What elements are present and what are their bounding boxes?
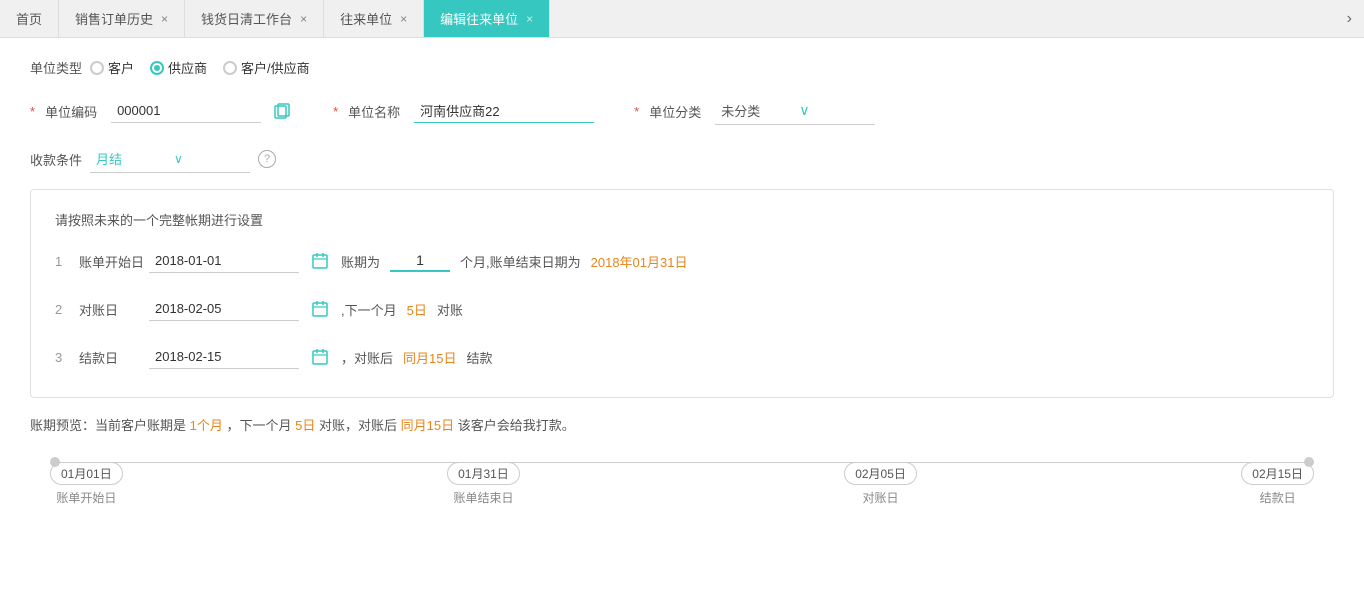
preview-middle2: 对账，对账后 <box>319 418 397 433</box>
tab-partner[interactable]: 往来单位 × <box>324 0 424 37</box>
code-copy-icon[interactable] <box>271 100 293 122</box>
tab-edit-partner[interactable]: 编辑往来单位 × <box>424 0 550 37</box>
billing-section: 请按照未来的一个完整帐期进行设置 1 账单开始日 账期为 个月,账单结束日期为 <box>30 189 1334 398</box>
row-value-2: ,下一个月 5日 对账 <box>149 297 467 321</box>
code-required-star: * <box>30 104 35 119</box>
category-select[interactable]: 未分类 ∨ <box>715 97 875 125</box>
payment-chevron-icon: ∨ <box>174 152 244 166</box>
category-value: 未分类 <box>721 101 791 120</box>
radio-customer-circle <box>90 61 104 75</box>
payment-date-input[interactable] <box>149 345 299 369</box>
code-label: 单位编码 <box>45 102 97 121</box>
tab-edit-partner-label: 编辑往来单位 <box>440 9 518 28</box>
timeline-right-dot <box>1304 457 1314 467</box>
payment-label: 收款条件 <box>30 150 82 169</box>
category-required-star: * <box>634 104 639 119</box>
preview-middle1: ，下一个月 <box>227 418 292 433</box>
payment-date-cal-icon[interactable] <box>309 346 331 368</box>
preview-highlight3: 同月15日 <box>401 418 454 433</box>
tab-edit-partner-close[interactable]: × <box>526 12 533 26</box>
radio-both-label: 客户/供应商 <box>241 58 310 77</box>
timeline-line <box>60 462 1304 463</box>
row-value-1: 账期为 个月,账单结束日期为 2018年01月31日 <box>149 249 687 273</box>
category-chevron-icon: ∨ <box>799 102 869 119</box>
preview-highlight1: 1个月 <box>190 418 223 433</box>
preview-suffix: 该客户会给我打款。 <box>458 418 575 433</box>
row-num-3: 3 <box>55 350 79 365</box>
row-value-3: ，对账后 同月15日 结款 <box>149 345 497 369</box>
tab-sales-history-close[interactable]: × <box>161 12 168 26</box>
payment-value: 月结 <box>96 149 166 168</box>
timeline-node-3: 02月15日 结款日 <box>1241 462 1314 506</box>
tabs-bar: 首页 销售订单历史 × 钱货日清工作台 × 往来单位 × 编辑往来单位 × › <box>0 0 1364 38</box>
timeline-node-1: 01月31日 账单结束日 <box>447 462 520 506</box>
timeline-label-0: 账单开始日 <box>56 489 116 506</box>
row-label-1: 账单开始日 <box>79 252 149 271</box>
recon-date-cal-icon[interactable] <box>309 298 331 320</box>
billing-row-1: 1 账单开始日 账期为 个月,账单结束日期为 2018年01月31日 <box>55 249 1309 273</box>
payment-row: 收款条件 月结 ∨ ? <box>30 145 1334 173</box>
timeline-node-2: 02月05日 对账日 <box>844 462 917 506</box>
name-label: 单位名称 <box>348 102 400 121</box>
timeline-wrapper: 01月01日 账单开始日 01月31日 账单结束日 02月05日 对账日 02月… <box>30 457 1334 506</box>
payment-suffix2: 结款 <box>466 348 492 367</box>
tab-sales-history[interactable]: 销售订单历史 × <box>59 0 185 37</box>
main-content: 单位类型 客户 供应商 客户/供应商 * 单位编码 <box>0 38 1364 608</box>
period-prefix: 账期为 <box>341 252 380 271</box>
code-input[interactable] <box>111 99 261 123</box>
unit-type-row: 单位类型 客户 供应商 客户/供应商 <box>30 58 1334 77</box>
radio-customer-label: 客户 <box>108 58 134 77</box>
row-label-2: 对账日 <box>79 300 149 319</box>
billing-row-3: 3 结款日 ，对账后 同月15日 结款 <box>55 345 1309 369</box>
radio-both[interactable]: 客户/供应商 <box>223 58 310 77</box>
timeline-nodes: 01月01日 账单开始日 01月31日 账单结束日 02月05日 对账日 02月… <box>50 462 1314 506</box>
start-date-cal-icon[interactable] <box>309 250 331 272</box>
tab-cash-daily[interactable]: 钱货日清工作台 × <box>185 0 324 37</box>
tab-sales-history-label: 销售订单历史 <box>75 9 153 28</box>
payment-select[interactable]: 月结 ∨ <box>90 145 250 173</box>
category-label: 单位分类 <box>649 102 701 121</box>
recon-suffix2: 对账 <box>437 300 463 319</box>
end-date-highlight: 2018年01月31日 <box>591 252 688 271</box>
timeline-left-dot <box>50 457 60 467</box>
tab-partner-close[interactable]: × <box>400 12 407 26</box>
section-title: 请按照未来的一个完整帐期进行设置 <box>55 210 1309 229</box>
row-label-3: 结款日 <box>79 348 149 367</box>
timeline-label-2: 对账日 <box>863 489 899 506</box>
tab-home-label: 首页 <box>16 9 42 28</box>
tab-partner-label: 往来单位 <box>340 9 392 28</box>
preview-section: 账期预览：当前客户账期是 1个月 ，下一个月 5日 对账，对账后 同月15日 该… <box>30 414 1334 437</box>
months-input[interactable] <box>390 250 450 272</box>
recon-prefix: ,下一个月 <box>341 300 397 319</box>
code-name-category-row: * 单位编码 * 单位名称 * 单位分类 未分类 ∨ <box>30 97 1334 125</box>
row-num-1: 1 <box>55 254 79 269</box>
radio-supplier-label: 供应商 <box>168 58 207 77</box>
radio-both-circle <box>223 61 237 75</box>
name-required-star: * <box>333 104 338 119</box>
radio-supplier-circle <box>150 61 164 75</box>
billing-row-2: 2 对账日 ,下一个月 5日 对账 <box>55 297 1309 321</box>
preview-prefix: 账期预览：当前客户账期是 <box>30 418 186 433</box>
radio-supplier[interactable]: 供应商 <box>150 58 207 77</box>
start-date-input[interactable] <box>149 249 299 273</box>
tab-cash-daily-close[interactable]: × <box>300 12 307 26</box>
timeline-label-1: 账单结束日 <box>453 489 513 506</box>
timeline-node-0: 01月01日 账单开始日 <box>50 462 123 506</box>
tab-more-button[interactable]: › <box>1335 0 1364 37</box>
recon-date-input[interactable] <box>149 297 299 321</box>
help-icon[interactable]: ? <box>258 150 276 168</box>
radio-customer[interactable]: 客户 <box>90 58 134 77</box>
tab-cash-daily-label: 钱货日清工作台 <box>201 9 292 28</box>
radio-group-unit-type: 客户 供应商 客户/供应商 <box>90 58 310 77</box>
payment-prefix: ，对账后 <box>341 348 393 367</box>
recon-highlight: 5日 <box>407 300 427 319</box>
row-num-2: 2 <box>55 302 79 317</box>
name-input[interactable] <box>414 99 594 123</box>
timeline-label-3: 结款日 <box>1260 489 1296 506</box>
unit-type-label: 单位类型 <box>30 58 82 77</box>
preview-highlight2: 5日 <box>295 418 315 433</box>
payment-highlight: 同月15日 <box>403 348 456 367</box>
period-suffix: 个月,账单结束日期为 <box>460 252 581 271</box>
tab-home[interactable]: 首页 <box>0 0 59 37</box>
